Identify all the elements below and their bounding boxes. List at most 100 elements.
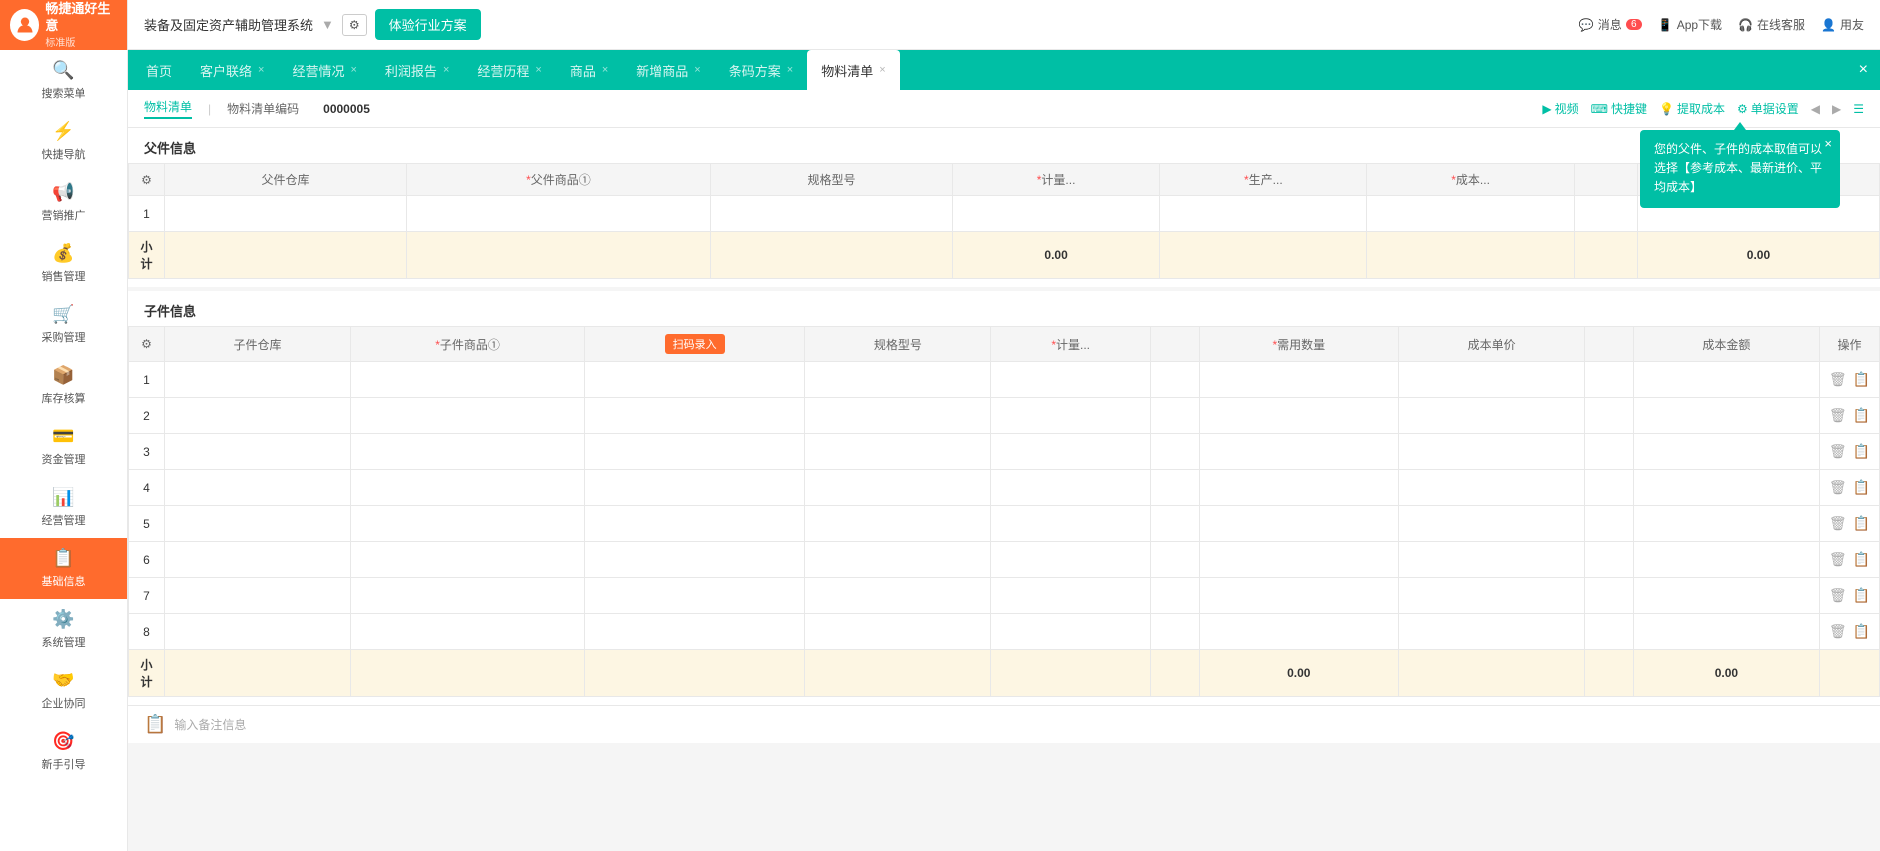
- child-row-unit-cost-7[interactable]: [1399, 578, 1585, 614]
- dropdown-icon[interactable]: ▼: [321, 17, 334, 32]
- child-row-spec-6[interactable]: [805, 542, 991, 578]
- child-row-qty-7[interactable]: [1199, 578, 1398, 614]
- parent-row-produce[interactable]: [1160, 196, 1367, 232]
- sidebar-item-inventory[interactable]: 📦 库存核算: [0, 355, 127, 416]
- child-row-unit-cost-6[interactable]: [1399, 542, 1585, 578]
- parent-row-unit[interactable]: [952, 196, 1159, 232]
- note-text[interactable]: 输入备注信息: [174, 716, 246, 733]
- tab-customer[interactable]: 客户联络 ×: [186, 50, 278, 90]
- sidebar-item-finance[interactable]: 💳 资金管理: [0, 416, 127, 477]
- child-row-unit-7[interactable]: [991, 578, 1150, 614]
- grid-view-icon[interactable]: ☰: [1853, 102, 1864, 116]
- child-row-qty-2[interactable]: [1199, 398, 1398, 434]
- child-row-scan-6[interactable]: [584, 542, 804, 578]
- delete-icon-6[interactable]: 🗑: [1829, 551, 1847, 568]
- tab-history-close[interactable]: ×: [535, 64, 541, 76]
- child-row-warehouse-7[interactable]: [165, 578, 351, 614]
- child-row-unit-cost-8[interactable]: [1399, 614, 1585, 650]
- child-row-qty-3[interactable]: [1199, 434, 1398, 470]
- child-row-qty-6[interactable]: [1199, 542, 1398, 578]
- parent-row-spec[interactable]: [710, 196, 952, 232]
- child-row-qty-4[interactable]: [1199, 470, 1398, 506]
- delete-icon-3[interactable]: 🗑: [1829, 443, 1847, 460]
- child-row-goods-3[interactable]: [351, 434, 585, 470]
- tab-goods-close[interactable]: ×: [602, 64, 608, 76]
- parent-row-warehouse[interactable]: [165, 196, 407, 232]
- child-row-scan-7[interactable]: [584, 578, 804, 614]
- child-row-goods-1[interactable]: [351, 362, 585, 398]
- delete-icon-8[interactable]: 🗑: [1829, 623, 1847, 640]
- sidebar-item-management[interactable]: 📊 经营管理: [0, 477, 127, 538]
- sidebar-item-sales[interactable]: 💰 销售管理: [0, 233, 127, 294]
- child-row-qty-1[interactable]: [1199, 362, 1398, 398]
- tab-barcode-close[interactable]: ×: [787, 64, 793, 76]
- tab-customer-close[interactable]: ×: [258, 64, 264, 76]
- child-row-unit-1[interactable]: [991, 362, 1150, 398]
- tab-bom-close[interactable]: ×: [879, 64, 885, 76]
- copy-icon-6[interactable]: 📋: [1853, 551, 1870, 568]
- tab-barcode[interactable]: 条码方案 ×: [715, 50, 807, 90]
- child-row-warehouse-8[interactable]: [165, 614, 351, 650]
- nav-next[interactable]: ▶: [1832, 102, 1841, 116]
- child-row-scan-1[interactable]: [584, 362, 804, 398]
- sidebar-item-guide[interactable]: 🎯 新手引导: [0, 721, 127, 782]
- child-row-scan-8[interactable]: [584, 614, 804, 650]
- child-row-unit-cost-5[interactable]: [1399, 506, 1585, 542]
- copy-icon-4[interactable]: 📋: [1853, 479, 1870, 496]
- tab-profit-close[interactable]: ×: [443, 64, 449, 76]
- copy-icon-2[interactable]: 📋: [1853, 407, 1870, 424]
- child-row-unit-3[interactable]: [991, 434, 1150, 470]
- online-service-button[interactable]: 🎧 在线客服: [1738, 16, 1805, 33]
- child-row-spec-8[interactable]: [805, 614, 991, 650]
- child-row-unit-cost-4[interactable]: [1399, 470, 1585, 506]
- child-row-warehouse-5[interactable]: [165, 506, 351, 542]
- sidebar-item-basic[interactable]: 📋 基础信息: [0, 538, 127, 599]
- delete-icon-4[interactable]: 🗑: [1829, 479, 1847, 496]
- child-row-goods-6[interactable]: [351, 542, 585, 578]
- child-row-qty-8[interactable]: [1199, 614, 1398, 650]
- child-row-spec-3[interactable]: [805, 434, 991, 470]
- copy-icon-7[interactable]: 📋: [1853, 587, 1870, 604]
- child-row-unit-8[interactable]: [991, 614, 1150, 650]
- subheader-tab2[interactable]: 物料清单编码: [227, 100, 299, 117]
- child-row-unit-4[interactable]: [991, 470, 1150, 506]
- child-row-warehouse-2[interactable]: [165, 398, 351, 434]
- video-action[interactable]: ▶ 视频: [1542, 100, 1578, 117]
- sidebar-item-marketing[interactable]: 📢 营销推广: [0, 172, 127, 233]
- gear-button[interactable]: ⚙: [342, 14, 367, 36]
- scan-button[interactable]: 扫码录入: [665, 334, 725, 354]
- tab-goods[interactable]: 商品 ×: [556, 50, 622, 90]
- tab-operation[interactable]: 经营情况 ×: [278, 50, 370, 90]
- tab-new-goods[interactable]: 新增商品 ×: [622, 50, 714, 90]
- child-row-warehouse-6[interactable]: [165, 542, 351, 578]
- child-row-unit-cost-2[interactable]: [1399, 398, 1585, 434]
- tab-profit[interactable]: 利润报告 ×: [371, 50, 463, 90]
- subheader-tab1[interactable]: 物料清单: [144, 98, 192, 119]
- navtabs-close-all[interactable]: ×: [1851, 61, 1876, 79]
- user-menu[interactable]: 👤 用友: [1821, 16, 1864, 33]
- sidebar-item-search[interactable]: 🔍 搜索菜单: [0, 50, 127, 111]
- child-row-qty-5[interactable]: [1199, 506, 1398, 542]
- child-row-warehouse-1[interactable]: [165, 362, 351, 398]
- app-download-button[interactable]: 📱 App下载: [1658, 16, 1722, 33]
- settings-action[interactable]: ⚙ 单据设置: [1737, 100, 1799, 117]
- child-row-unit-6[interactable]: [991, 542, 1150, 578]
- tab-bom[interactable]: 物料清单 ×: [807, 50, 899, 90]
- nav-prev[interactable]: ◀: [1811, 102, 1820, 116]
- copy-icon-5[interactable]: 📋: [1853, 515, 1870, 532]
- child-row-scan-3[interactable]: [584, 434, 804, 470]
- delete-icon-1[interactable]: 🗑: [1829, 371, 1847, 388]
- tab-new-goods-close[interactable]: ×: [694, 64, 700, 76]
- tooltip-close[interactable]: ×: [1824, 134, 1832, 155]
- child-row-scan-2[interactable]: [584, 398, 804, 434]
- parent-row-goods[interactable]: [406, 196, 710, 232]
- child-row-goods-7[interactable]: [351, 578, 585, 614]
- child-row-spec-7[interactable]: [805, 578, 991, 614]
- copy-icon-1[interactable]: 📋: [1853, 371, 1870, 388]
- message-button[interactable]: 💬 消息 6: [1579, 16, 1642, 33]
- child-row-warehouse-3[interactable]: [165, 434, 351, 470]
- sidebar-item-cooperation[interactable]: 🤝 企业协同: [0, 660, 127, 721]
- child-row-goods-4[interactable]: [351, 470, 585, 506]
- tab-history[interactable]: 经营历程 ×: [463, 50, 555, 90]
- child-row-unit-2[interactable]: [991, 398, 1150, 434]
